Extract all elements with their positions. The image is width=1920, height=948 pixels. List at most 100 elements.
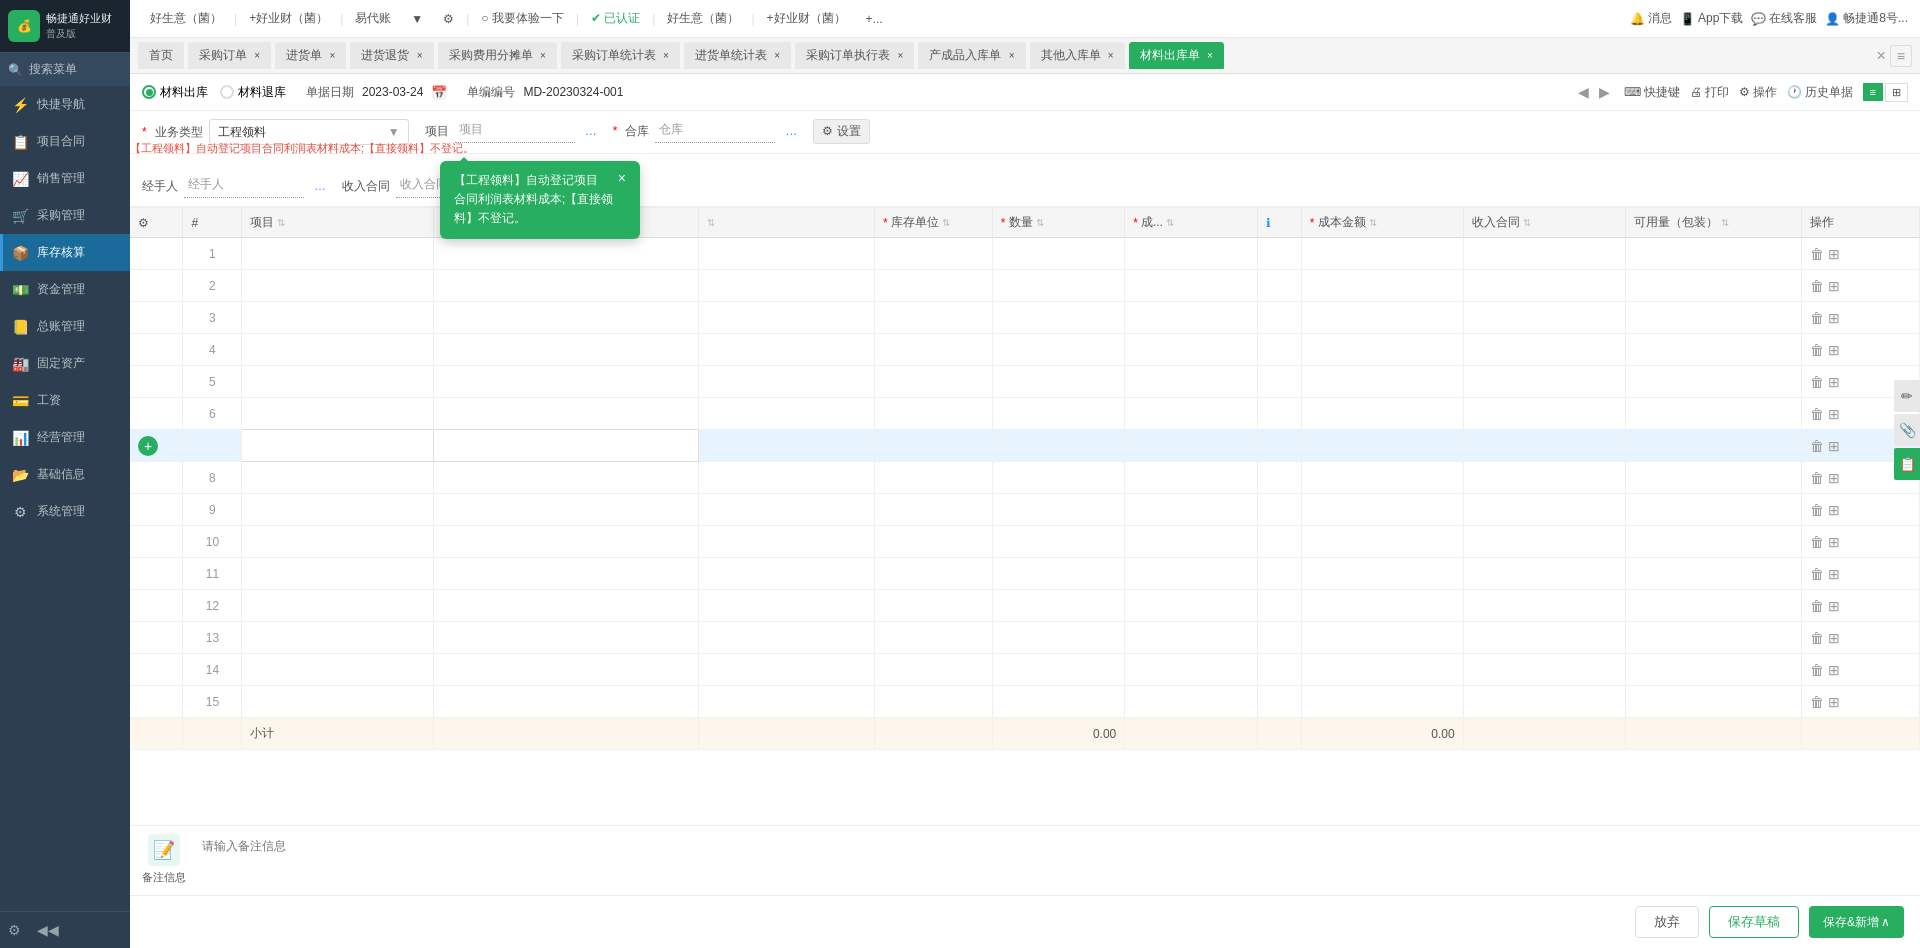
row6-unit[interactable] [875, 398, 993, 430]
row1-material[interactable] [433, 238, 698, 270]
th-cost[interactable]: *成...⇅ [1125, 208, 1257, 238]
row1-spec[interactable] [698, 238, 875, 270]
appbar-app-download[interactable]: 📱 App下载 [1680, 10, 1743, 27]
appbar-user-name[interactable]: 👤 畅捷通8号... [1825, 10, 1908, 27]
th-cost-amount[interactable]: *成本金额⇅ [1301, 208, 1463, 238]
tab-close-material-out[interactable]: × [1207, 50, 1213, 61]
row7-material-input[interactable] [433, 430, 698, 462]
row14-delete-btn[interactable]: 🗑 [1810, 662, 1824, 678]
row8-delete-btn[interactable]: 🗑 [1810, 470, 1824, 486]
row2-project[interactable] [242, 270, 433, 302]
row1-copy-btn[interactable]: ⊞ [1828, 246, 1840, 262]
right-panel-edit-btn[interactable]: ✏ [1894, 380, 1920, 412]
tooltip-close-btn[interactable]: × [618, 171, 626, 185]
sidebar-nav-item-ops[interactable]: 📊 经营管理 [0, 419, 130, 456]
next-record-btn[interactable]: ▶ [1595, 82, 1614, 102]
row3-project[interactable] [242, 302, 433, 334]
tab-close-inbound-return[interactable]: × [417, 50, 423, 61]
sidebar-nav-item-inventory[interactable]: 📦 库存核算 [0, 234, 130, 271]
tab-close-purchase-exec[interactable]: × [897, 50, 903, 61]
row2-material[interactable] [433, 270, 698, 302]
appbar-message[interactable]: 🔔 消息 [1630, 10, 1672, 27]
tab-production-inbound[interactable]: 产成品入库单 × [918, 42, 1025, 69]
tab-expand-btn[interactable]: ≡ [1890, 45, 1912, 67]
row2-copy-btn[interactable]: ⊞ [1828, 278, 1840, 294]
right-panel-clip-btn[interactable]: 📋 [1894, 448, 1920, 480]
tab-inbound[interactable]: 进货单 × [275, 42, 346, 69]
sidebar-nav-item-basic-info[interactable]: 📂 基础信息 [0, 456, 130, 493]
sidebar-nav-item-finance[interactable]: 💵 资金管理 [0, 271, 130, 308]
row1-income[interactable] [1463, 238, 1625, 270]
collapse-icon[interactable]: ◀◀ [37, 922, 59, 938]
sidebar-nav-item-sales[interactable]: 📈 销售管理 [0, 160, 130, 197]
tab-close-purchase-order[interactable]: × [254, 50, 260, 61]
tab-inbound-stats[interactable]: 进货单统计表 × [684, 42, 791, 69]
row4-income[interactable] [1463, 334, 1625, 366]
appbar-good-biz2[interactable]: 好生意（菌） [659, 6, 747, 31]
notes-input[interactable] [198, 834, 1908, 884]
row7-delete-btn[interactable]: 🗑 [1810, 438, 1824, 454]
row6-cost-amount[interactable] [1301, 398, 1463, 430]
row4-spec[interactable] [698, 334, 875, 366]
project-dots[interactable]: … [585, 124, 597, 138]
tab-close-all-btn[interactable]: × [1876, 47, 1885, 65]
row7-copy-btn[interactable]: ⊞ [1828, 438, 1840, 454]
tab-close-other-inbound[interactable]: × [1108, 50, 1114, 61]
th-income-contract[interactable]: 收入合同⇅ [1463, 208, 1625, 238]
row15-copy-btn[interactable]: ⊞ [1828, 694, 1840, 710]
sort-spec[interactable]: ⇅ [707, 217, 715, 228]
handler-input[interactable]: 经手人 [184, 174, 304, 198]
sidebar-nav-item-quick-nav[interactable]: ⚡ 快捷导航 [0, 86, 130, 123]
row9-copy-btn[interactable]: ⊞ [1828, 502, 1840, 518]
tab-purchase-expense[interactable]: 采购费用分摊单 × [438, 42, 557, 69]
row7-income[interactable] [1463, 430, 1625, 462]
save-draft-button[interactable]: 保存草稿 [1709, 906, 1799, 938]
row5-income[interactable] [1463, 366, 1625, 398]
appbar-more-arrow[interactable]: ▼ [403, 8, 431, 30]
appbar-more2[interactable]: +... [858, 8, 891, 30]
row3-income[interactable] [1463, 302, 1625, 334]
tab-close-purchase-expense[interactable]: × [540, 50, 546, 61]
row14-copy-btn[interactable]: ⊞ [1828, 662, 1840, 678]
grid-view-btn[interactable]: ⊞ [1885, 83, 1908, 102]
row11-copy-btn[interactable]: ⊞ [1828, 566, 1840, 582]
sort-project[interactable]: ⇅ [277, 217, 285, 228]
settings-bottom-icon[interactable]: ⚙ [8, 922, 21, 938]
th-spec[interactable]: ⇅ [698, 208, 875, 238]
row5-spec[interactable] [698, 366, 875, 398]
row3-unit[interactable] [875, 302, 993, 334]
sort-income[interactable]: ⇅ [1523, 217, 1531, 228]
row2-qty[interactable] [992, 270, 1124, 302]
sidebar-nav-item-accounting[interactable]: 📒 总账管理 [0, 308, 130, 345]
row2-delete-btn[interactable]: 🗑 [1810, 278, 1824, 294]
tab-purchase-stats[interactable]: 采购订单统计表 × [561, 42, 680, 69]
tab-purchase-exec[interactable]: 采购订单执行表 × [795, 42, 914, 69]
shortcut-key-btn[interactable]: ⌨ 快捷键 [1624, 84, 1680, 101]
prev-record-btn[interactable]: ◀ [1574, 82, 1593, 102]
row4-unit[interactable] [875, 334, 993, 366]
sidebar-search[interactable]: 🔍 搜索菜单 [0, 53, 130, 86]
row5-delete-btn[interactable]: 🗑 [1810, 374, 1824, 390]
row2-cost[interactable] [1125, 270, 1257, 302]
row9-delete-btn[interactable]: 🗑 [1810, 502, 1824, 518]
row7-cost-amount[interactable] [1301, 430, 1463, 462]
tab-inbound-return[interactable]: 进货退货 × [350, 42, 433, 69]
row10-delete-btn[interactable]: 🗑 [1810, 534, 1824, 550]
row5-unit[interactable] [875, 366, 993, 398]
row5-material[interactable] [433, 366, 698, 398]
row5-copy-btn[interactable]: ⊞ [1828, 374, 1840, 390]
row7-project-input[interactable] [242, 430, 433, 462]
tab-material-out[interactable]: 材料出库单 × [1129, 42, 1224, 69]
handler-dots[interactable]: … [314, 179, 326, 193]
sidebar-nav-item-project-contract[interactable]: 📋 项目合同 [0, 123, 130, 160]
row1-unit[interactable] [875, 238, 993, 270]
row3-cost-amount[interactable] [1301, 302, 1463, 334]
row1-project[interactable] [242, 238, 433, 270]
warehouse-input[interactable]: 仓库 [655, 119, 775, 143]
calendar-icon[interactable]: 📅 [431, 85, 447, 100]
appbar-settings-icon[interactable]: ⚙ [435, 8, 462, 30]
row10-copy-btn[interactable]: ⊞ [1828, 534, 1840, 550]
row3-copy-btn[interactable]: ⊞ [1828, 310, 1840, 326]
row3-material[interactable] [433, 302, 698, 334]
tab-close-production-inbound[interactable]: × [1009, 50, 1015, 61]
